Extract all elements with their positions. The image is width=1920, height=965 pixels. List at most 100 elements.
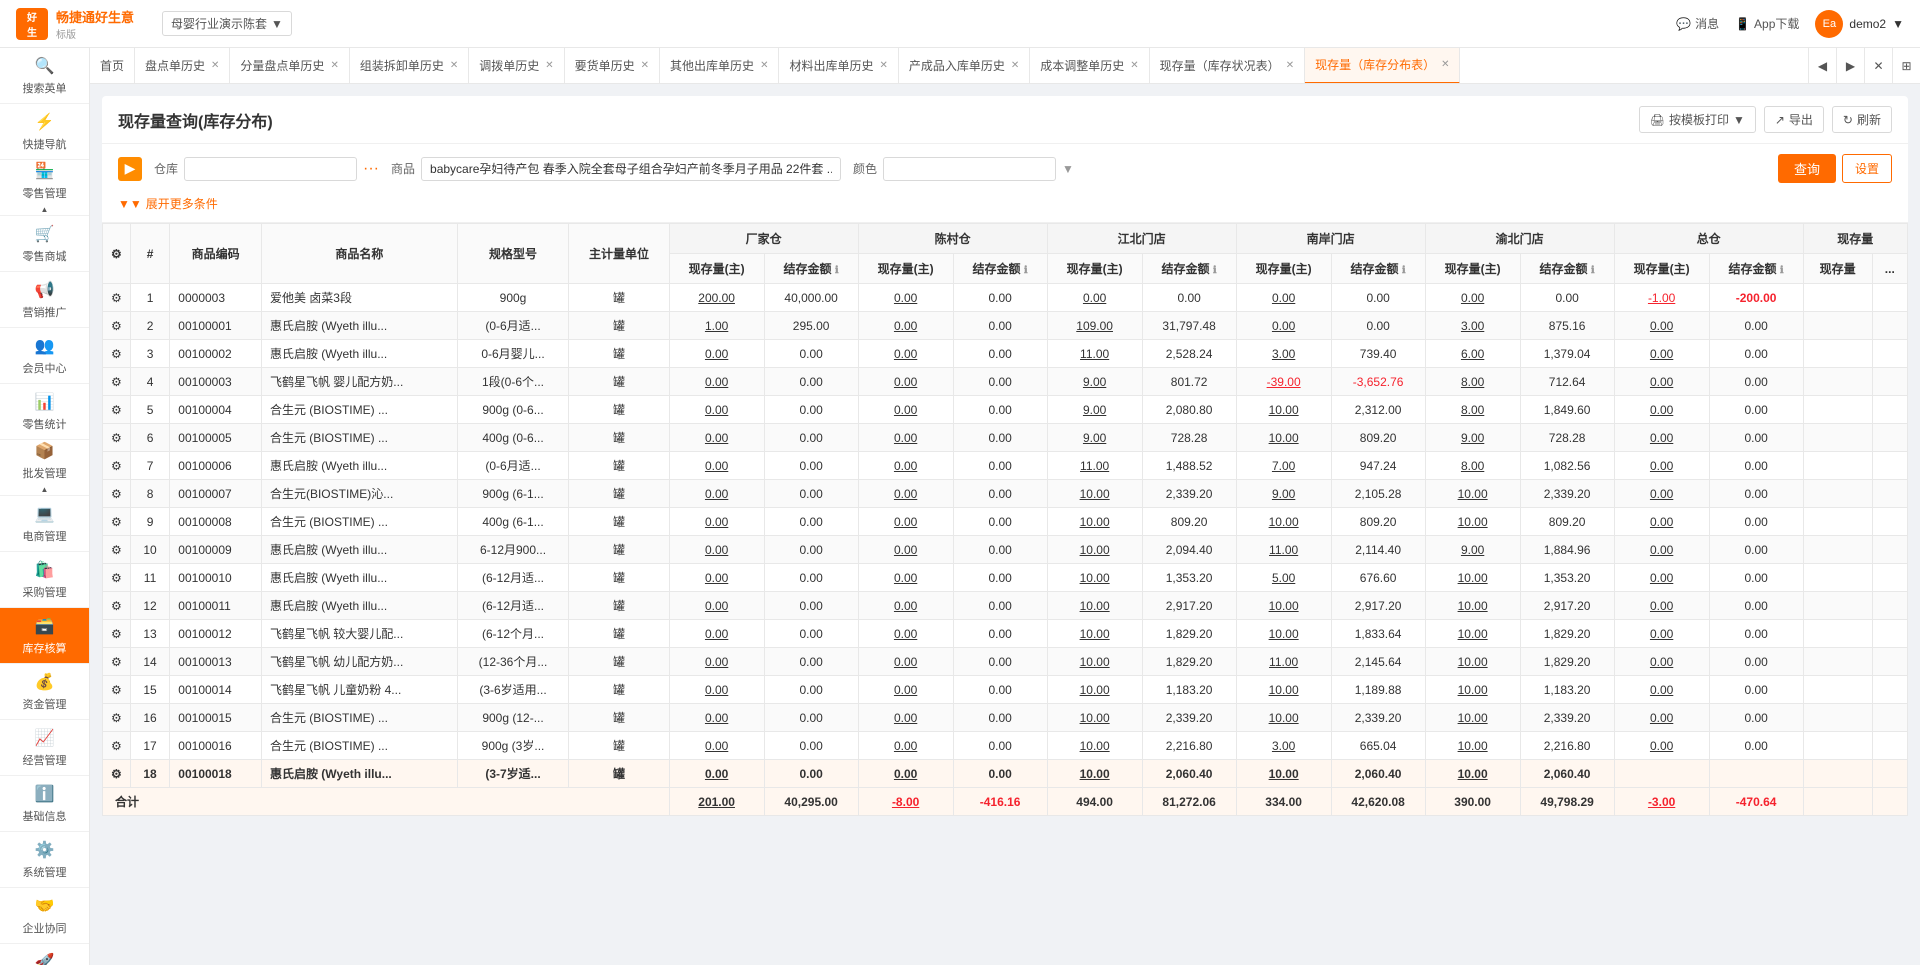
row-jiangbei-qty-7[interactable]: 10.00 bbox=[1047, 480, 1142, 508]
row-yuubei-qty-13[interactable]: 10.00 bbox=[1425, 648, 1520, 676]
tab-close-icon-2[interactable]: ✕ bbox=[330, 60, 338, 71]
row-settings-13[interactable]: ⚙ bbox=[103, 648, 131, 676]
row-settings-5[interactable]: ⚙ bbox=[103, 424, 131, 452]
total-amt-info-icon[interactable]: ℹ bbox=[1780, 265, 1784, 276]
tab-item-3[interactable]: 组装拆卸单历史✕ bbox=[350, 48, 469, 84]
row-chenlu-qty-2[interactable]: 0.00 bbox=[858, 340, 953, 368]
row-chenlu-qty-0[interactable]: 0.00 bbox=[858, 284, 953, 312]
row-settings-3[interactable]: ⚙ bbox=[103, 368, 131, 396]
setting-btn[interactable]: 设置 bbox=[1842, 154, 1892, 183]
row-factory-qty-4[interactable]: 0.00 bbox=[669, 396, 764, 424]
row-settings-9[interactable]: ⚙ bbox=[103, 536, 131, 564]
row-jiangbei-qty-2[interactable]: 11.00 bbox=[1047, 340, 1142, 368]
row-chenlu-qty-1[interactable]: 0.00 bbox=[858, 312, 953, 340]
row-factory-qty-17[interactable]: 0.00 bbox=[669, 760, 764, 788]
row-jiangbei-qty-1[interactable]: 109.00 bbox=[1047, 312, 1142, 340]
tab-close-icon-6[interactable]: ✕ bbox=[760, 60, 768, 71]
row-yuubei-qty-15[interactable]: 10.00 bbox=[1425, 704, 1520, 732]
sidebar-item-6[interactable]: 📊零售统计 bbox=[0, 384, 89, 440]
chenlu-amt-info-icon[interactable]: ℹ bbox=[1024, 265, 1028, 276]
tab-prev-btn[interactable]: ◀ bbox=[1808, 48, 1836, 84]
row-total-qty-1[interactable]: 0.00 bbox=[1614, 312, 1709, 340]
row-yuubei-qty-1[interactable]: 3.00 bbox=[1425, 312, 1520, 340]
row-yuubei-qty-2[interactable]: 6.00 bbox=[1425, 340, 1520, 368]
row-yuubei-qty-10[interactable]: 10.00 bbox=[1425, 564, 1520, 592]
tab-item-6[interactable]: 其他出库单历史✕ bbox=[660, 48, 779, 84]
row-total-qty-2[interactable]: 0.00 bbox=[1614, 340, 1709, 368]
tab-item-4[interactable]: 调拨单历史✕ bbox=[469, 48, 564, 84]
row-yuubei-qty-0[interactable]: 0.00 bbox=[1425, 284, 1520, 312]
sidebar-item-10[interactable]: 🗃️库存核算 bbox=[0, 608, 89, 664]
row-chenlu-qty-6[interactable]: 0.00 bbox=[858, 452, 953, 480]
tab-close-all-btn[interactable]: ✕ bbox=[1864, 48, 1892, 84]
row-yuubei-qty-17[interactable]: 10.00 bbox=[1425, 760, 1520, 788]
row-nanan-qty-15[interactable]: 10.00 bbox=[1236, 704, 1331, 732]
jiangbei-amt-info-icon[interactable]: ℹ bbox=[1213, 265, 1217, 276]
row-nanan-qty-5[interactable]: 10.00 bbox=[1236, 424, 1331, 452]
row-total-qty-9[interactable]: 0.00 bbox=[1614, 536, 1709, 564]
row-nanan-qty-17[interactable]: 10.00 bbox=[1236, 760, 1331, 788]
row-chenlu-qty-5[interactable]: 0.00 bbox=[858, 424, 953, 452]
summary-factory-qty[interactable]: 201.00 bbox=[669, 788, 764, 816]
search-btn[interactable]: 查询 bbox=[1778, 154, 1836, 183]
settings-col-header[interactable]: ⚙ bbox=[103, 224, 131, 284]
sidebar-item-15[interactable]: 🤝企业协同 bbox=[0, 888, 89, 944]
row-jiangbei-qty-17[interactable]: 10.00 bbox=[1047, 760, 1142, 788]
tab-next-btn[interactable]: ▶ bbox=[1836, 48, 1864, 84]
row-settings-0[interactable]: ⚙ bbox=[103, 284, 131, 312]
tab-item-8[interactable]: 产成品入库单历史✕ bbox=[899, 48, 1030, 84]
tab-close-icon-10[interactable]: ✕ bbox=[1286, 60, 1294, 71]
row-nanan-qty-6[interactable]: 7.00 bbox=[1236, 452, 1331, 480]
row-settings-12[interactable]: ⚙ bbox=[103, 620, 131, 648]
warehouse-ellipsis-btn[interactable]: ··· bbox=[363, 161, 379, 177]
tab-close-icon-1[interactable]: ✕ bbox=[211, 60, 219, 71]
row-settings-16[interactable]: ⚙ bbox=[103, 732, 131, 760]
sidebar-item-12[interactable]: 📈经营管理 bbox=[0, 720, 89, 776]
row-factory-qty-13[interactable]: 0.00 bbox=[669, 648, 764, 676]
sidebar-item-1[interactable]: ⚡快捷导航 bbox=[0, 104, 89, 160]
tab-close-icon-7[interactable]: ✕ bbox=[879, 60, 887, 71]
sidebar-item-13[interactable]: ℹ️基础信息 bbox=[0, 776, 89, 832]
row-chenlu-qty-16[interactable]: 0.00 bbox=[858, 732, 953, 760]
summary-chenlu-qty[interactable]: -8.00 bbox=[858, 788, 953, 816]
row-jiangbei-qty-6[interactable]: 11.00 bbox=[1047, 452, 1142, 480]
row-chenlu-qty-8[interactable]: 0.00 bbox=[858, 508, 953, 536]
row-factory-qty-8[interactable]: 0.00 bbox=[669, 508, 764, 536]
tab-item-11[interactable]: 现存量（库存分布表）✕ bbox=[1305, 48, 1460, 84]
tab-item-1[interactable]: 盘点单历史✕ bbox=[135, 48, 230, 84]
refresh-btn[interactable]: ↻ 刷新 bbox=[1832, 106, 1892, 133]
row-nanan-qty-10[interactable]: 5.00 bbox=[1236, 564, 1331, 592]
row-settings-17[interactable]: ⚙ bbox=[103, 760, 131, 788]
tab-close-icon-3[interactable]: ✕ bbox=[450, 60, 458, 71]
row-jiangbei-qty-10[interactable]: 10.00 bbox=[1047, 564, 1142, 592]
row-factory-qty-9[interactable]: 0.00 bbox=[669, 536, 764, 564]
tab-menu-btn[interactable]: ⊞ bbox=[1892, 48, 1920, 84]
sidebar-item-0[interactable]: 🔍搜索英单 bbox=[0, 48, 89, 104]
row-settings-10[interactable]: ⚙ bbox=[103, 564, 131, 592]
row-nanan-qty-2[interactable]: 3.00 bbox=[1236, 340, 1331, 368]
row-total-qty-17[interactable] bbox=[1614, 760, 1709, 788]
row-total-qty-5[interactable]: 0.00 bbox=[1614, 424, 1709, 452]
row-yuubei-qty-16[interactable]: 10.00 bbox=[1425, 732, 1520, 760]
tab-item-9[interactable]: 成本调整单历史✕ bbox=[1030, 48, 1149, 84]
row-nanan-qty-13[interactable]: 11.00 bbox=[1236, 648, 1331, 676]
row-total-qty-0[interactable]: -1.00 bbox=[1614, 284, 1709, 312]
row-jiangbei-qty-8[interactable]: 10.00 bbox=[1047, 508, 1142, 536]
row-total-qty-14[interactable]: 0.00 bbox=[1614, 676, 1709, 704]
row-factory-qty-7[interactable]: 0.00 bbox=[669, 480, 764, 508]
row-nanan-qty-3[interactable]: -39.00 bbox=[1236, 368, 1331, 396]
row-nanan-qty-1[interactable]: 0.00 bbox=[1236, 312, 1331, 340]
yuubei-amt-info-icon[interactable]: ℹ bbox=[1591, 265, 1595, 276]
sidebar-item-7[interactable]: 📦批发管理▲ bbox=[0, 440, 89, 496]
sidebar-item-5[interactable]: 👥会员中心 bbox=[0, 328, 89, 384]
row-factory-qty-5[interactable]: 0.00 bbox=[669, 424, 764, 452]
row-nanan-qty-0[interactable]: 0.00 bbox=[1236, 284, 1331, 312]
row-factory-qty-10[interactable]: 0.00 bbox=[669, 564, 764, 592]
export-btn[interactable]: ↗ 导出 bbox=[1764, 106, 1824, 133]
print-btn[interactable]: 🖨 按模板打印 ▼ bbox=[1639, 106, 1756, 133]
row-factory-qty-16[interactable]: 0.00 bbox=[669, 732, 764, 760]
goods-input[interactable] bbox=[421, 157, 841, 181]
row-chenlu-qty-4[interactable]: 0.00 bbox=[858, 396, 953, 424]
row-settings-7[interactable]: ⚙ bbox=[103, 480, 131, 508]
row-yuubei-qty-5[interactable]: 9.00 bbox=[1425, 424, 1520, 452]
